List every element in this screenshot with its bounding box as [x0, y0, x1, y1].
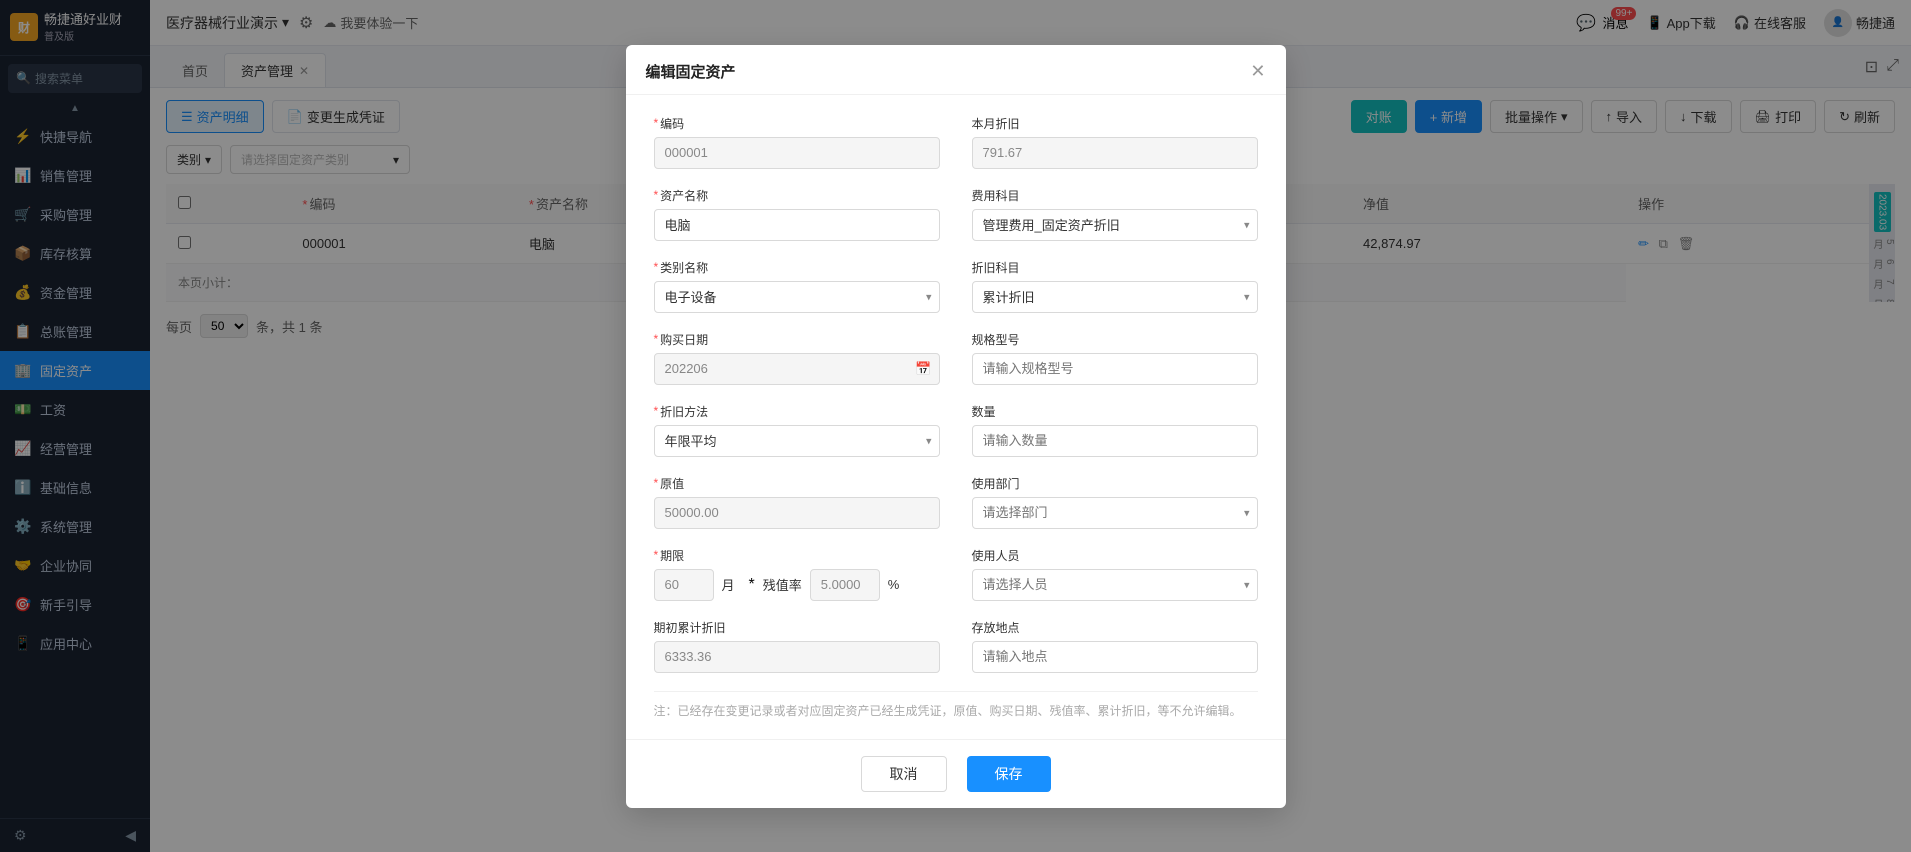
purchase-date-label: * 购买日期	[654, 331, 940, 348]
dep-method-input[interactable]	[654, 425, 940, 457]
cancel-btn[interactable]: 取消	[861, 756, 947, 792]
field-name: * 资产名称	[654, 187, 940, 241]
modal-row-4: * 购买日期 📅 规格型号	[654, 331, 1258, 385]
field-original-value: * 原值	[654, 475, 940, 529]
field-quantity: 数量	[972, 403, 1258, 457]
modal-overlay: 编辑固定资产 ✕ * 编码 document.querySelector('[d…	[0, 0, 1911, 852]
modal-row-1: * 编码 document.querySelector('[data-name=…	[654, 115, 1258, 169]
purchase-date-input[interactable]	[654, 353, 940, 385]
name-input[interactable]	[654, 209, 940, 241]
quantity-label: 数量	[972, 403, 1258, 420]
original-value-input[interactable]	[654, 497, 940, 529]
residual-req: *	[749, 576, 755, 594]
modal-row-2: * 资产名称 费用科目 ▾	[654, 187, 1258, 241]
modal-footer: 取消 保存	[626, 739, 1286, 808]
residual-rate-unit: %	[888, 577, 900, 592]
modal-close-btn[interactable]: ✕	[1250, 61, 1265, 82]
modal-row-8: 期初累计折旧 存放地点	[654, 619, 1258, 673]
initial-dep-input[interactable]	[654, 641, 940, 673]
residual-rate-input[interactable]	[810, 569, 880, 601]
modal-note: 注：已经存在变更记录或者对应固定资产已经生成凭证，原值、购买日期、残值率、累计折…	[654, 691, 1258, 719]
period-input[interactable]	[654, 569, 714, 601]
code-label: * 编码	[654, 115, 940, 132]
field-expense-subject: 费用科目 ▾	[972, 187, 1258, 241]
initial-dep-label: 期初累计折旧	[654, 619, 940, 636]
field-purchase-date: * 购买日期 📅	[654, 331, 940, 385]
save-btn[interactable]: 保存	[967, 756, 1051, 792]
original-value-label: * 原值	[654, 475, 940, 492]
field-user: 使用人员 ▾	[972, 547, 1258, 601]
period-residual-row: 月 * 残值率 %	[654, 569, 940, 601]
field-dept: 使用部门 ▾	[972, 475, 1258, 529]
modal-row-6: * 原值 使用部门 ▾	[654, 475, 1258, 529]
edit-asset-modal: 编辑固定资产 ✕ * 编码 document.querySelector('[d…	[626, 45, 1286, 808]
code-input[interactable]	[654, 137, 940, 169]
calendar-icon: 📅	[915, 361, 931, 377]
modal-body: * 编码 document.querySelector('[data-name=…	[626, 95, 1286, 739]
field-dep-method: * 折旧方法 ▾	[654, 403, 940, 457]
field-monthly-dep: 本月折旧 document.querySelector('[data-name=…	[972, 115, 1258, 169]
expense-subject-select-wrap: ▾	[972, 209, 1258, 241]
field-location: 存放地点	[972, 619, 1258, 673]
spec-input[interactable]	[972, 353, 1258, 385]
user-input[interactable]	[972, 569, 1258, 601]
quantity-input[interactable]	[972, 425, 1258, 457]
location-label: 存放地点	[972, 619, 1258, 636]
dep-subject-input[interactable]	[972, 281, 1258, 313]
modal-title: 编辑固定资产	[646, 61, 736, 82]
location-input[interactable]	[972, 641, 1258, 673]
dep-method-label: * 折旧方法	[654, 403, 940, 420]
dept-label: 使用部门	[972, 475, 1258, 492]
purchase-date-wrap: 📅	[654, 353, 940, 385]
spec-label: 规格型号	[972, 331, 1258, 348]
field-category: * 类别名称 ▾	[654, 259, 940, 313]
field-period-residual: * 期限 月 * 残值率 %	[654, 547, 940, 601]
field-code: * 编码 document.querySelector('[data-name=…	[654, 115, 940, 169]
period-label: * 期限	[654, 547, 940, 564]
dept-input[interactable]	[972, 497, 1258, 529]
category-select-wrap: ▾	[654, 281, 940, 313]
field-initial-dep: 期初累计折旧	[654, 619, 940, 673]
name-label: * 资产名称	[654, 187, 940, 204]
modal-row-7: * 期限 月 * 残值率 % 使用人员	[654, 547, 1258, 601]
period-unit: 月	[722, 575, 735, 594]
modal-row-5: * 折旧方法 ▾ 数量	[654, 403, 1258, 457]
field-dep-subject: 折旧科目 ▾	[972, 259, 1258, 313]
modal-header: 编辑固定资产 ✕	[626, 45, 1286, 95]
dep-method-select-wrap: ▾	[654, 425, 940, 457]
monthly-dep-label: 本月折旧	[972, 115, 1258, 132]
user-label: 使用人员	[972, 547, 1258, 564]
field-spec: 规格型号	[972, 331, 1258, 385]
dep-subject-label: 折旧科目	[972, 259, 1258, 276]
category-label: * 类别名称	[654, 259, 940, 276]
expense-subject-input[interactable]	[972, 209, 1258, 241]
modal-row-3: * 类别名称 ▾ 折旧科目 ▾	[654, 259, 1258, 313]
residual-rate-label: 残值率	[763, 575, 802, 594]
category-input[interactable]	[654, 281, 940, 313]
monthly-dep-input	[972, 137, 1258, 169]
dep-subject-select-wrap: ▾	[972, 281, 1258, 313]
user-select-wrap: ▾	[972, 569, 1258, 601]
dept-select-wrap: ▾	[972, 497, 1258, 529]
expense-subject-label: 费用科目	[972, 187, 1258, 204]
